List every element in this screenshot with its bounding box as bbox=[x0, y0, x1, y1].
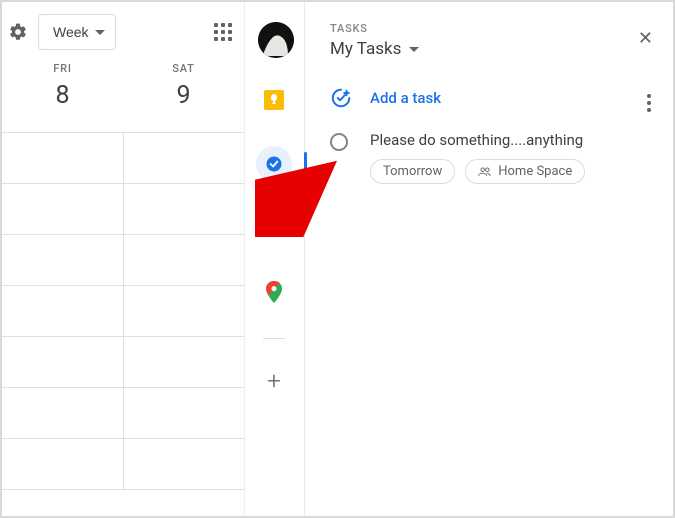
task-list-selector[interactable]: My Tasks bbox=[330, 39, 655, 59]
day-number: 8 bbox=[2, 81, 123, 110]
rail-divider bbox=[263, 338, 285, 339]
task-checkbox[interactable] bbox=[330, 133, 348, 151]
keep-app-icon[interactable] bbox=[256, 82, 292, 118]
apps-grid-icon[interactable] bbox=[214, 23, 232, 41]
view-selector-button[interactable]: Week bbox=[38, 14, 116, 50]
calendar-column: Week FRI 8 SAT 9 bbox=[2, 2, 244, 516]
task-list-name: My Tasks bbox=[330, 39, 401, 59]
space-chip[interactable]: Home Space bbox=[465, 159, 585, 184]
date-chip-label: Tomorrow bbox=[383, 164, 442, 179]
settings-icon[interactable] bbox=[8, 22, 28, 42]
panel-section-label: TASKS bbox=[330, 22, 655, 35]
close-icon[interactable]: ✕ bbox=[638, 28, 653, 49]
side-rail: + bbox=[244, 2, 304, 516]
day-abbr: FRI bbox=[2, 62, 123, 75]
tasks-app-icon[interactable] bbox=[256, 146, 292, 182]
task-title: Please do something....anything bbox=[370, 131, 655, 149]
maps-app-icon[interactable] bbox=[256, 274, 292, 310]
add-task-label: Add a task bbox=[370, 89, 441, 107]
divider bbox=[244, 2, 245, 516]
people-icon bbox=[478, 167, 492, 177]
calendar-toolbar: Week bbox=[2, 2, 244, 62]
account-avatar[interactable] bbox=[258, 22, 294, 58]
add-app-icon[interactable]: + bbox=[267, 367, 281, 395]
add-task-icon bbox=[330, 87, 352, 109]
active-indicator bbox=[304, 152, 307, 192]
calendar-grid[interactable] bbox=[2, 132, 244, 490]
task-chips: Tomorrow Home Space bbox=[370, 159, 655, 184]
add-task-button[interactable]: Add a task bbox=[330, 87, 655, 109]
chevron-down-icon bbox=[409, 47, 419, 52]
task-item[interactable]: Please do something....anything Tomorrow… bbox=[330, 131, 655, 184]
contacts-app-icon[interactable] bbox=[256, 210, 292, 246]
day-abbr: SAT bbox=[123, 62, 244, 75]
date-chip[interactable]: Tomorrow bbox=[370, 159, 455, 184]
day-column-sat[interactable]: SAT 9 bbox=[123, 62, 244, 132]
space-chip-label: Home Space bbox=[498, 164, 572, 179]
more-options-icon[interactable] bbox=[647, 94, 651, 112]
day-number: 9 bbox=[123, 81, 244, 110]
day-header-row: FRI 8 SAT 9 bbox=[2, 62, 244, 132]
tasks-panel: TASKS My Tasks ✕ Add a task Please do so… bbox=[304, 2, 673, 516]
view-selector-label: Week bbox=[53, 24, 89, 40]
day-column-fri[interactable]: FRI 8 bbox=[2, 62, 123, 132]
chevron-down-icon bbox=[95, 30, 105, 35]
